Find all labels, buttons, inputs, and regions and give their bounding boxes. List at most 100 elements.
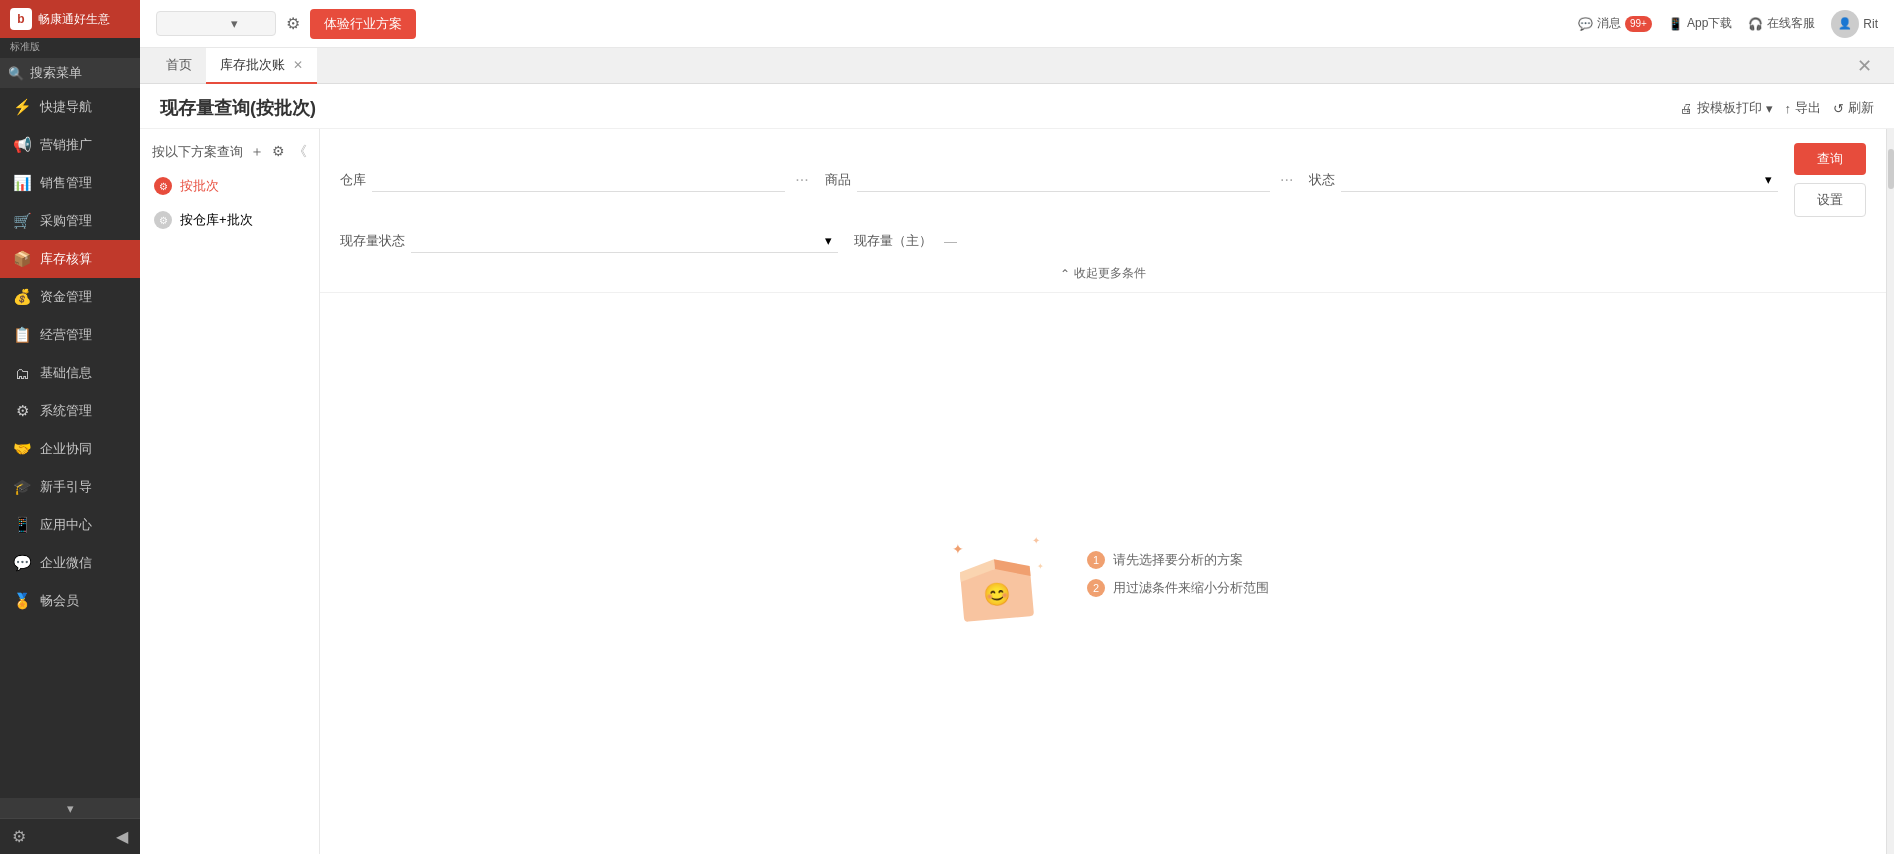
search-icon: 🔍 — [8, 66, 24, 81]
business-icon: 📋 — [12, 326, 32, 344]
filter-product: 商品 ··· — [825, 168, 1294, 192]
refresh-icon: ↺ — [1833, 101, 1844, 116]
stock-status-dropdown-icon: ▾ — [825, 233, 832, 248]
filter-settings-btn[interactable]: 设置 — [1794, 183, 1866, 217]
enterprise-icon: 🤝 — [12, 440, 32, 458]
avatar: 👤 — [1831, 10, 1859, 38]
query-btn[interactable]: 查询 — [1794, 143, 1866, 175]
sidebar-item-business[interactable]: 📋 经营管理 — [0, 316, 140, 354]
topbar-settings-icon[interactable]: ⚙ — [286, 14, 300, 33]
sidebar-item-app-center[interactable]: 📱 应用中心 — [0, 506, 140, 544]
settings-footer-icon[interactable]: ⚙ — [12, 827, 26, 846]
empty-tip-2: 2 用过滤条件来缩小分析范围 — [1087, 579, 1269, 597]
message-label: 消息 — [1597, 15, 1621, 32]
left-panel-icons: ＋ ⚙ 《 — [250, 143, 307, 161]
brand-name: 畅康通好生意 — [38, 12, 110, 26]
print-dropdown-icon: ▾ — [1766, 101, 1773, 116]
tabbar: 首页 库存批次账 ✕ ✕ — [140, 48, 1894, 84]
sidebar-item-sales[interactable]: 📊 销售管理 — [0, 164, 140, 202]
empty-svg: 😊 ✦ ✦ ✦ — [937, 514, 1057, 634]
topbar-right: 💬 消息 99+ 📱 App下载 🎧 在线客服 👤 Rit — [1578, 10, 1878, 38]
tip-text-2: 用过滤条件来缩小分析范围 — [1113, 579, 1269, 597]
status-select[interactable]: ▾ — [1341, 168, 1778, 192]
product-more-icon[interactable]: ··· — [1280, 171, 1293, 189]
product-input[interactable] — [857, 168, 1270, 192]
filter-row-1: 仓库 ··· 商品 ··· 状态 — [340, 143, 1866, 217]
empty-illustration: 😊 ✦ ✦ ✦ — [937, 514, 1057, 634]
solution-item-by-batch[interactable]: ⚙ 按批次 — [140, 169, 319, 203]
print-icon: 🖨 — [1680, 101, 1693, 116]
stock-status-label: 现存量状态 — [340, 232, 405, 250]
tab-close-all[interactable]: ✕ — [1847, 55, 1882, 77]
sidebar-item-label: 应用中心 — [40, 516, 92, 534]
finance-icon: 💰 — [12, 288, 32, 306]
filter-stock-qty: 现存量（主） — — [854, 232, 1352, 250]
marketing-icon: 📢 — [12, 136, 32, 154]
stock-qty-label: 现存量（主） — [854, 232, 932, 250]
sidebar-item-label: 基础信息 — [40, 364, 92, 382]
tab-close-inventory-batch[interactable]: ✕ — [293, 58, 303, 72]
main-area: ▾ ⚙ 体验行业方案 💬 消息 99+ 📱 App下载 🎧 在线客服 👤 — [140, 0, 1894, 854]
sidebar-item-purchase[interactable]: 🛒 采购管理 — [0, 202, 140, 240]
username: Rit — [1863, 17, 1878, 31]
filter-status: 状态 ▾ — [1309, 168, 1778, 192]
topbar-dropdown-icon[interactable]: ▾ — [231, 16, 238, 31]
export-btn[interactable]: ↑ 导出 — [1785, 99, 1822, 117]
status-label: 状态 — [1309, 171, 1335, 189]
sidebar-item-finance[interactable]: 💰 资金管理 — [0, 278, 140, 316]
add-solution-icon[interactable]: ＋ — [250, 143, 264, 161]
solution-label-by-batch: 按批次 — [180, 177, 219, 195]
sidebar-item-enterprise[interactable]: 🤝 企业协同 — [0, 430, 140, 468]
brand-info: 畅康通好生意 — [38, 12, 110, 26]
refresh-btn[interactable]: ↺ 刷新 — [1833, 99, 1874, 117]
settings-solution-icon[interactable]: ⚙ — [272, 143, 285, 161]
print-label: 按模板打印 — [1697, 99, 1762, 117]
print-btn[interactable]: 🖨 按模板打印 ▾ — [1680, 99, 1773, 117]
online-service-btn[interactable]: 🎧 在线客服 — [1748, 15, 1815, 32]
tab-home[interactable]: 首页 — [152, 48, 206, 84]
svg-text:✦: ✦ — [1032, 535, 1040, 546]
sidebar-item-wechat[interactable]: 💬 企业微信 — [0, 544, 140, 582]
basics-icon: 🗂 — [12, 365, 32, 382]
user-area[interactable]: 👤 Rit — [1831, 10, 1878, 38]
sidebar-item-inventory[interactable]: 📦 库存核算 — [0, 240, 140, 278]
chevron-up-icon: ⌃ — [1060, 267, 1070, 281]
svg-text:😊: 😊 — [982, 579, 1012, 608]
sidebar-item-member[interactable]: 🏅 畅会员 — [0, 582, 140, 620]
message-icon: 💬 — [1578, 17, 1593, 31]
solution-label-by-warehouse-batch: 按仓库+批次 — [180, 211, 253, 229]
app-download-icon: 📱 — [1668, 17, 1683, 31]
trial-btn[interactable]: 体验行业方案 — [310, 9, 416, 39]
collapse-more-btn[interactable]: ⌃ 收起更多条件 — [340, 265, 1866, 282]
tab-inventory-batch[interactable]: 库存批次账 ✕ — [206, 48, 317, 84]
sidebar-item-system[interactable]: ⚙ 系统管理 — [0, 392, 140, 430]
sidebar-item-label: 畅会员 — [40, 592, 79, 610]
solution-item-by-warehouse-batch[interactable]: ⚙ 按仓库+批次 — [140, 203, 319, 237]
stock-status-select[interactable]: ▾ — [411, 229, 838, 253]
headset-icon: 🎧 — [1748, 17, 1763, 31]
sidebar-item-basics[interactable]: 🗂 基础信息 — [0, 354, 140, 392]
sidebar-item-label: 营销推广 — [40, 136, 92, 154]
sidebar-search[interactable]: 🔍 搜索菜单 — [0, 58, 140, 88]
topbar-search-area[interactable]: ▾ — [156, 11, 276, 36]
sidebar-scroll-down[interactable]: ▾ — [0, 798, 140, 818]
left-panel-title: 按以下方案查询 — [152, 143, 243, 161]
sidebar-item-label: 企业微信 — [40, 554, 92, 572]
purchase-icon: 🛒 — [12, 212, 32, 230]
sidebar-item-marketing[interactable]: 📢 营销推广 — [0, 126, 140, 164]
app-download-btn[interactable]: 📱 App下载 — [1668, 15, 1732, 32]
status-dropdown-icon: ▾ — [1765, 172, 1772, 187]
filter-dash: — — [938, 234, 963, 249]
sidebar-item-quick-nav[interactable]: ⚡ 快捷导航 — [0, 88, 140, 126]
warehouse-input[interactable] — [372, 168, 785, 192]
message-btn[interactable]: 💬 消息 99+ — [1578, 15, 1652, 32]
warehouse-more-icon[interactable]: ··· — [795, 171, 808, 189]
body-layout: 按以下方案查询 ＋ ⚙ 《 ⚙ 按批次 ⚙ 按仓库+批次 — [140, 129, 1894, 854]
topbar-search-input[interactable] — [165, 17, 225, 31]
tab-home-label: 首页 — [166, 56, 192, 74]
collapse-left-panel-icon[interactable]: 《 — [293, 143, 307, 161]
page-header: 现存量查询(按批次) 🖨 按模板打印 ▾ ↑ 导出 ↺ 刷新 — [140, 84, 1894, 129]
sidebar-item-newbie[interactable]: 🎓 新手引导 — [0, 468, 140, 506]
collapse-sidebar-icon[interactable]: ◀ — [116, 827, 128, 846]
tab-inventory-batch-label: 库存批次账 — [220, 56, 285, 74]
